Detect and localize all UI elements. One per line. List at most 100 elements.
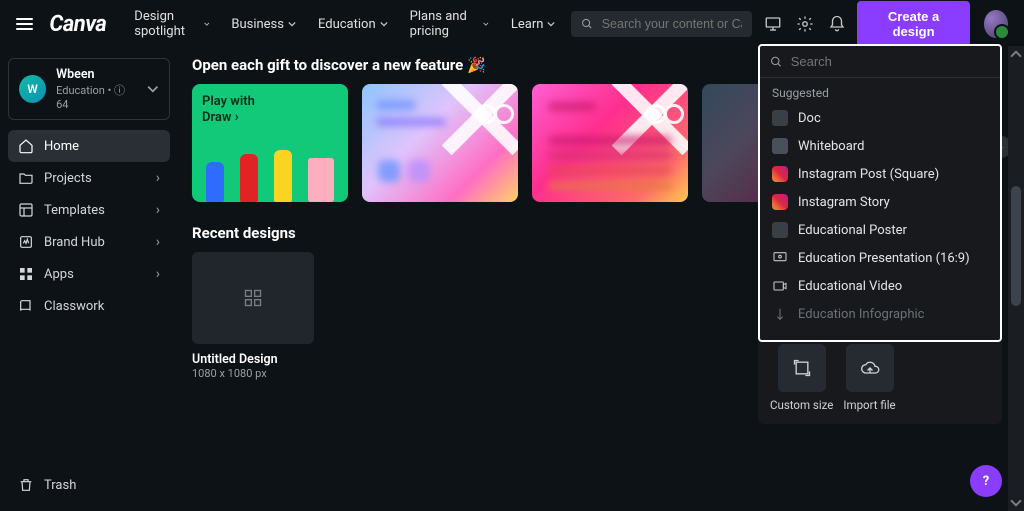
account-avatar: W (19, 75, 46, 103)
chevron-right-icon: › (156, 234, 160, 250)
bell-icon[interactable] (825, 10, 849, 38)
recent-design-card[interactable]: Untitled Design 1080 x 1080 px (192, 252, 314, 380)
panel-search[interactable] (760, 46, 1000, 78)
scroll-up-icon[interactable] (1010, 50, 1021, 61)
presentation-icon (772, 250, 788, 266)
menu-icon[interactable] (16, 18, 33, 30)
gear-icon[interactable] (793, 10, 817, 38)
sidebar-item-label: Trash (44, 478, 76, 493)
suggested-label: Education Presentation (16:9) (798, 251, 970, 266)
import-file-tile[interactable]: Import file (843, 344, 895, 412)
brand-icon (18, 234, 34, 250)
scrollbar[interactable] (1008, 46, 1024, 511)
nav-label: Education (318, 17, 376, 32)
account-switcher[interactable]: W Wbeen Education • ⓘ 64 (8, 58, 170, 120)
recent-thumb (192, 252, 314, 344)
search-icon (581, 17, 593, 31)
nav-education[interactable]: Education (318, 9, 388, 39)
nav-design-spotlight[interactable]: Design spotlight (134, 9, 209, 39)
grid-icon (243, 288, 263, 308)
tile-label: Custom size (770, 398, 833, 412)
custom-size-icon (778, 344, 826, 392)
scroll-thumb[interactable] (1011, 186, 1021, 306)
suggested-instagram-post[interactable]: Instagram Post (Square) (760, 160, 1000, 188)
sidebar-item-templates[interactable]: Templates › (8, 194, 170, 226)
panel-search-input[interactable] (791, 54, 990, 69)
sidebar-item-label: Classwork (44, 299, 104, 314)
app-header: Canva Design spotlight Business Educatio… (0, 0, 1024, 48)
search-icon (770, 55, 783, 69)
sidebar-item-apps[interactable]: Apps › (8, 258, 170, 290)
poster-icon (772, 222, 788, 238)
suggested-instagram-story[interactable]: Instagram Story (760, 188, 1000, 216)
avatar[interactable] (984, 10, 1008, 38)
global-search[interactable] (571, 11, 752, 37)
doc-icon (772, 110, 788, 126)
chevron-right-icon: › (156, 170, 160, 186)
chevron-down-icon (483, 20, 489, 28)
nav-plans[interactable]: Plans and pricing (410, 9, 489, 39)
gift-card-2[interactable] (362, 84, 518, 202)
suggested-label: Suggested (760, 78, 1000, 104)
nav-business[interactable]: Business (231, 9, 296, 39)
help-button[interactable]: ? (970, 465, 1002, 497)
suggested-label: Instagram Post (Square) (798, 167, 939, 182)
infographic-icon (772, 306, 788, 322)
chevron-down-icon (547, 20, 555, 28)
recent-name: Untitled Design (192, 352, 314, 367)
suggested-label: Education Infographic (798, 307, 924, 322)
search-input[interactable] (602, 17, 743, 31)
chevron-right-icon: › (156, 202, 160, 218)
create-design-button[interactable]: Create a design (857, 1, 969, 47)
sidebar-item-projects[interactable]: Projects › (8, 162, 170, 194)
sidebar-item-home[interactable]: Home (8, 130, 170, 162)
recent-dims: 1080 x 1080 px (192, 367, 314, 380)
instagram-icon (772, 166, 788, 182)
upload-icon (846, 344, 894, 392)
chevron-down-icon (204, 20, 210, 28)
sidebar: W Wbeen Education • ⓘ 64 Home Projects ›… (0, 48, 178, 511)
sidebar-item-label: Brand Hub (44, 235, 105, 250)
gift-card-text: Play with Draw › (202, 94, 338, 125)
create-design-panel: Suggested Doc Whiteboard Instagram Post … (758, 44, 1002, 342)
suggested-doc[interactable]: Doc (760, 104, 1000, 132)
banner-title-text: Open each gift to discover a new feature… (192, 56, 486, 74)
suggested-educational-poster[interactable]: Educational Poster (760, 216, 1000, 244)
gift-card-draw[interactable]: Play with Draw › (192, 84, 348, 202)
trash-icon (18, 477, 34, 493)
chevron-right-icon: › (156, 266, 160, 282)
account-sub: Education • ⓘ 64 (56, 82, 137, 111)
folder-icon (18, 170, 34, 186)
home-icon (18, 138, 34, 154)
custom-size-tile[interactable]: Custom size (770, 344, 833, 412)
suggested-educational-video[interactable]: Educational Video (760, 272, 1000, 300)
classwork-icon (18, 298, 34, 314)
desktop-icon[interactable] (760, 10, 784, 38)
sidebar-item-brand-hub[interactable]: Brand Hub › (8, 226, 170, 258)
suggested-label: Whiteboard (798, 139, 864, 154)
template-icon (18, 202, 34, 218)
suggested-education-presentation[interactable]: Education Presentation (16:9) (760, 244, 1000, 272)
chevron-down-icon (380, 20, 388, 28)
sidebar-item-classwork[interactable]: Classwork (8, 290, 170, 322)
app-logo[interactable]: Canva (41, 12, 114, 37)
sidebar-item-label: Home (44, 139, 79, 154)
nav-learn[interactable]: Learn (511, 9, 556, 39)
tile-label: Import file (843, 398, 895, 412)
video-icon (772, 278, 788, 294)
suggested-label: Educational Video (798, 279, 902, 294)
sidebar-item-trash[interactable]: Trash (8, 469, 170, 501)
chevron-down-icon (147, 83, 159, 95)
account-name: Wbeen (56, 67, 137, 82)
suggested-whiteboard[interactable]: Whiteboard (760, 132, 1000, 160)
scroll-down-icon[interactable] (1010, 495, 1021, 506)
sidebar-item-label: Projects (44, 171, 92, 186)
whiteboard-icon (772, 138, 788, 154)
chevron-down-icon (288, 20, 296, 28)
sidebar-item-label: Apps (44, 267, 74, 282)
nav-label: Learn (511, 17, 544, 32)
sidebar-item-label: Templates (44, 203, 105, 218)
instagram-icon (772, 194, 788, 210)
suggested-education-infographic[interactable]: Education Infographic (760, 300, 1000, 328)
gift-card-3[interactable] (532, 84, 688, 202)
